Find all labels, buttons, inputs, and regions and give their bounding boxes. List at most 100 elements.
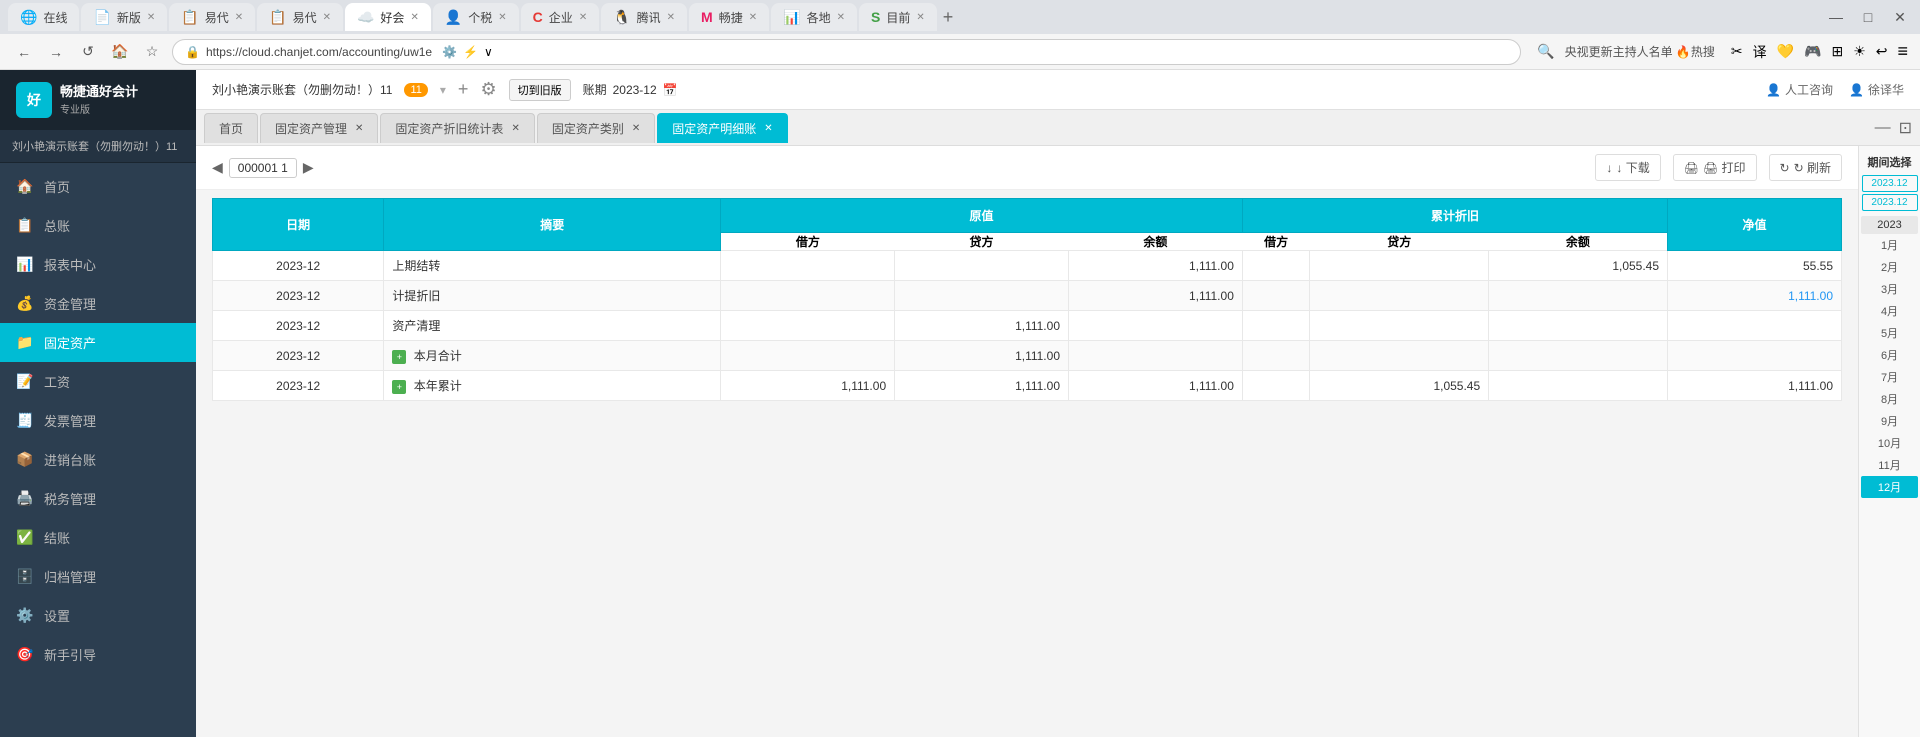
- sidebar-item-general-ledger[interactable]: 📋 总账: [0, 206, 196, 245]
- sidebar-item-home[interactable]: 🏠 首页: [0, 167, 196, 206]
- menu-icon[interactable]: ≡: [1897, 41, 1908, 62]
- tab-close-asset-ledger[interactable]: ✕: [764, 123, 772, 134]
- period-month-9[interactable]: 9月: [1861, 410, 1918, 432]
- sidebar-item-reports[interactable]: 📊 报表中心: [0, 245, 196, 284]
- period-month-7[interactable]: 7月: [1861, 366, 1918, 388]
- prev-page-button[interactable]: ◀: [212, 159, 223, 176]
- translate-icon[interactable]: 译: [1753, 42, 1767, 62]
- browser-tab-label-haohui: 好会: [380, 9, 404, 26]
- browser-tab-new[interactable]: 📄 新版 ✕: [81, 3, 167, 31]
- period-month-1[interactable]: 1月: [1861, 234, 1918, 256]
- tab-close-icon[interactable]: ✕: [837, 12, 845, 23]
- wallet-icon[interactable]: 💛: [1777, 43, 1794, 60]
- tab-close-icon-active[interactable]: ✕: [410, 12, 418, 23]
- period-month-2[interactable]: 2月: [1861, 256, 1918, 278]
- sidebar-item-payroll[interactable]: 📝 工资: [0, 362, 196, 401]
- tab-close-fixed-assets-mgmt[interactable]: ✕: [355, 123, 363, 134]
- sidebar-item-archive[interactable]: 🗄️ 归档管理: [0, 557, 196, 596]
- browser-tab-muqian[interactable]: S 目前 ✕: [859, 3, 937, 31]
- calendar-icon[interactable]: 📅: [663, 83, 678, 97]
- col-header-accumulated-depreciation: 累计折旧: [1242, 199, 1667, 233]
- period-month-3[interactable]: 3月: [1861, 278, 1918, 300]
- print-button[interactable]: 🖨 🖨 打印: [1673, 154, 1757, 181]
- browser-tab-qiye[interactable]: C 企业 ✕: [521, 3, 600, 31]
- new-tab-button[interactable]: +: [939, 7, 958, 28]
- sidebar-item-purchase-sales[interactable]: 📦 进销台账: [0, 440, 196, 479]
- tab-close-icon[interactable]: ✕: [579, 12, 587, 23]
- tab-close-depreciation-stats[interactable]: ✕: [511, 123, 519, 134]
- add-account-button[interactable]: +: [458, 79, 469, 100]
- reload-button[interactable]: ↺: [76, 40, 100, 64]
- home-icon: 🏠: [16, 178, 34, 196]
- browser-tab-geshui[interactable]: 👤 个税 ✕: [433, 3, 519, 31]
- switch-version-button[interactable]: 切到旧版: [509, 79, 571, 101]
- period-month-10[interactable]: 10月: [1861, 432, 1918, 454]
- window-close-button[interactable]: ✕: [1888, 5, 1912, 29]
- table-row: 2023-12 + 本年累计 1,111.00 1,111.00 1,111.0…: [213, 371, 1842, 401]
- tab-close-icon[interactable]: ✕: [916, 12, 924, 23]
- user-profile-button[interactable]: 👤 徐译华: [1849, 81, 1904, 98]
- period-month-5[interactable]: 5月: [1861, 322, 1918, 344]
- header-right: 👤 人工咨询 👤 徐译华: [1766, 81, 1904, 98]
- sidebar-item-closing[interactable]: ✅ 结账: [0, 518, 196, 557]
- period-month-4[interactable]: 4月: [1861, 300, 1918, 322]
- home-button[interactable]: 🏠: [108, 40, 132, 64]
- tab-close-icon[interactable]: ✕: [235, 12, 243, 23]
- search-text[interactable]: 央视更新主持人名单 🔥热搜: [1565, 43, 1715, 60]
- grid-icon[interactable]: ⊞: [1831, 43, 1843, 60]
- tab-depreciation-stats[interactable]: 固定资产折旧统计表 ✕: [380, 113, 534, 143]
- browser-tab-haohui[interactable]: ☁️ 好会 ✕: [345, 3, 431, 31]
- address-bar[interactable]: 🔒 https://cloud.chanjet.com/accounting/u…: [172, 39, 1521, 65]
- browser-tab-label-yidai1: 易代: [205, 9, 229, 26]
- tab-close-icon[interactable]: ✕: [667, 12, 675, 23]
- refresh-button[interactable]: ↻ ↻ 刷新: [1769, 154, 1842, 181]
- sidebar-item-guide[interactable]: 🎯 新手引导: [0, 635, 196, 674]
- download-button[interactable]: ↓ ↓ 下载: [1595, 154, 1660, 181]
- period-month-12[interactable]: 12月: [1861, 476, 1918, 498]
- browser-tab-changjie[interactable]: M 畅捷 ✕: [689, 3, 769, 31]
- address-dropdown-icon[interactable]: ∨: [484, 45, 493, 59]
- tab-expand-button[interactable]: ⊡: [1899, 118, 1912, 138]
- period-month-8[interactable]: 8月: [1861, 388, 1918, 410]
- address-text: https://cloud.chanjet.com/accounting/uw1…: [206, 45, 432, 59]
- period-year-2023[interactable]: 2023: [1861, 216, 1918, 234]
- tab-close-icon[interactable]: ✕: [498, 12, 506, 23]
- tab-icon-muqian: S: [871, 9, 880, 25]
- back-button[interactable]: ←: [12, 40, 36, 64]
- tab-asset-ledger[interactable]: 固定资产明细账 ✕: [657, 113, 787, 143]
- undo-icon[interactable]: ↩: [1876, 43, 1888, 60]
- content-area: ◀ 000001 1 ▶ ↓ ↓ 下载 🖨 🖨 打印: [196, 146, 1858, 737]
- tab-close-icon[interactable]: ✕: [749, 12, 757, 23]
- sidebar-item-invoice[interactable]: 🧾 发票管理: [0, 401, 196, 440]
- support-button[interactable]: 👤 人工咨询: [1766, 81, 1833, 98]
- window-maximize-button[interactable]: □: [1856, 5, 1880, 29]
- tab-icon-yidai1: 📋: [181, 9, 198, 26]
- sidebar-item-fixed-assets[interactable]: 📁 固定资产: [0, 323, 196, 362]
- tab-asset-category[interactable]: 固定资产类别 ✕: [537, 113, 655, 143]
- tab-home[interactable]: 首页: [204, 113, 258, 143]
- brightness-icon[interactable]: ☀: [1853, 43, 1866, 60]
- period-month-11[interactable]: 11月: [1861, 454, 1918, 476]
- window-minimize-button[interactable]: —: [1824, 5, 1848, 29]
- browser-tab-online[interactable]: 🌐 在线: [8, 3, 79, 31]
- forward-button[interactable]: →: [44, 40, 68, 64]
- tab-close-icon[interactable]: ✕: [147, 12, 155, 23]
- settings-button[interactable]: ⚙: [480, 79, 496, 100]
- next-page-button[interactable]: ▶: [303, 159, 314, 176]
- tab-minimize-button[interactable]: —: [1875, 118, 1891, 138]
- scissors-icon[interactable]: ✂: [1731, 43, 1743, 60]
- bookmark-button[interactable]: ☆: [140, 40, 164, 64]
- sidebar-item-tax[interactable]: 🖨️ 税务管理: [0, 479, 196, 518]
- sidebar-item-funds[interactable]: 💰 资金管理: [0, 284, 196, 323]
- browser-tab-yidai2[interactable]: 📋 易代 ✕: [257, 3, 343, 31]
- tab-fixed-assets-mgmt[interactable]: 固定资产管理 ✕: [260, 113, 378, 143]
- browser-tab-yidai1[interactable]: 📋 易代 ✕: [169, 3, 255, 31]
- sidebar-item-settings[interactable]: ⚙️ 设置: [0, 596, 196, 635]
- sidebar-item-label: 进销台账: [44, 450, 96, 469]
- tab-close-asset-category[interactable]: ✕: [632, 123, 640, 134]
- gamepad-icon[interactable]: 🎮: [1804, 43, 1821, 60]
- browser-tab-tengxun[interactable]: 🐧 腾讯 ✕: [601, 3, 687, 31]
- period-month-6[interactable]: 6月: [1861, 344, 1918, 366]
- tab-close-icon[interactable]: ✕: [323, 12, 331, 23]
- browser-tab-gedi[interactable]: 📊 各地 ✕: [771, 3, 857, 31]
